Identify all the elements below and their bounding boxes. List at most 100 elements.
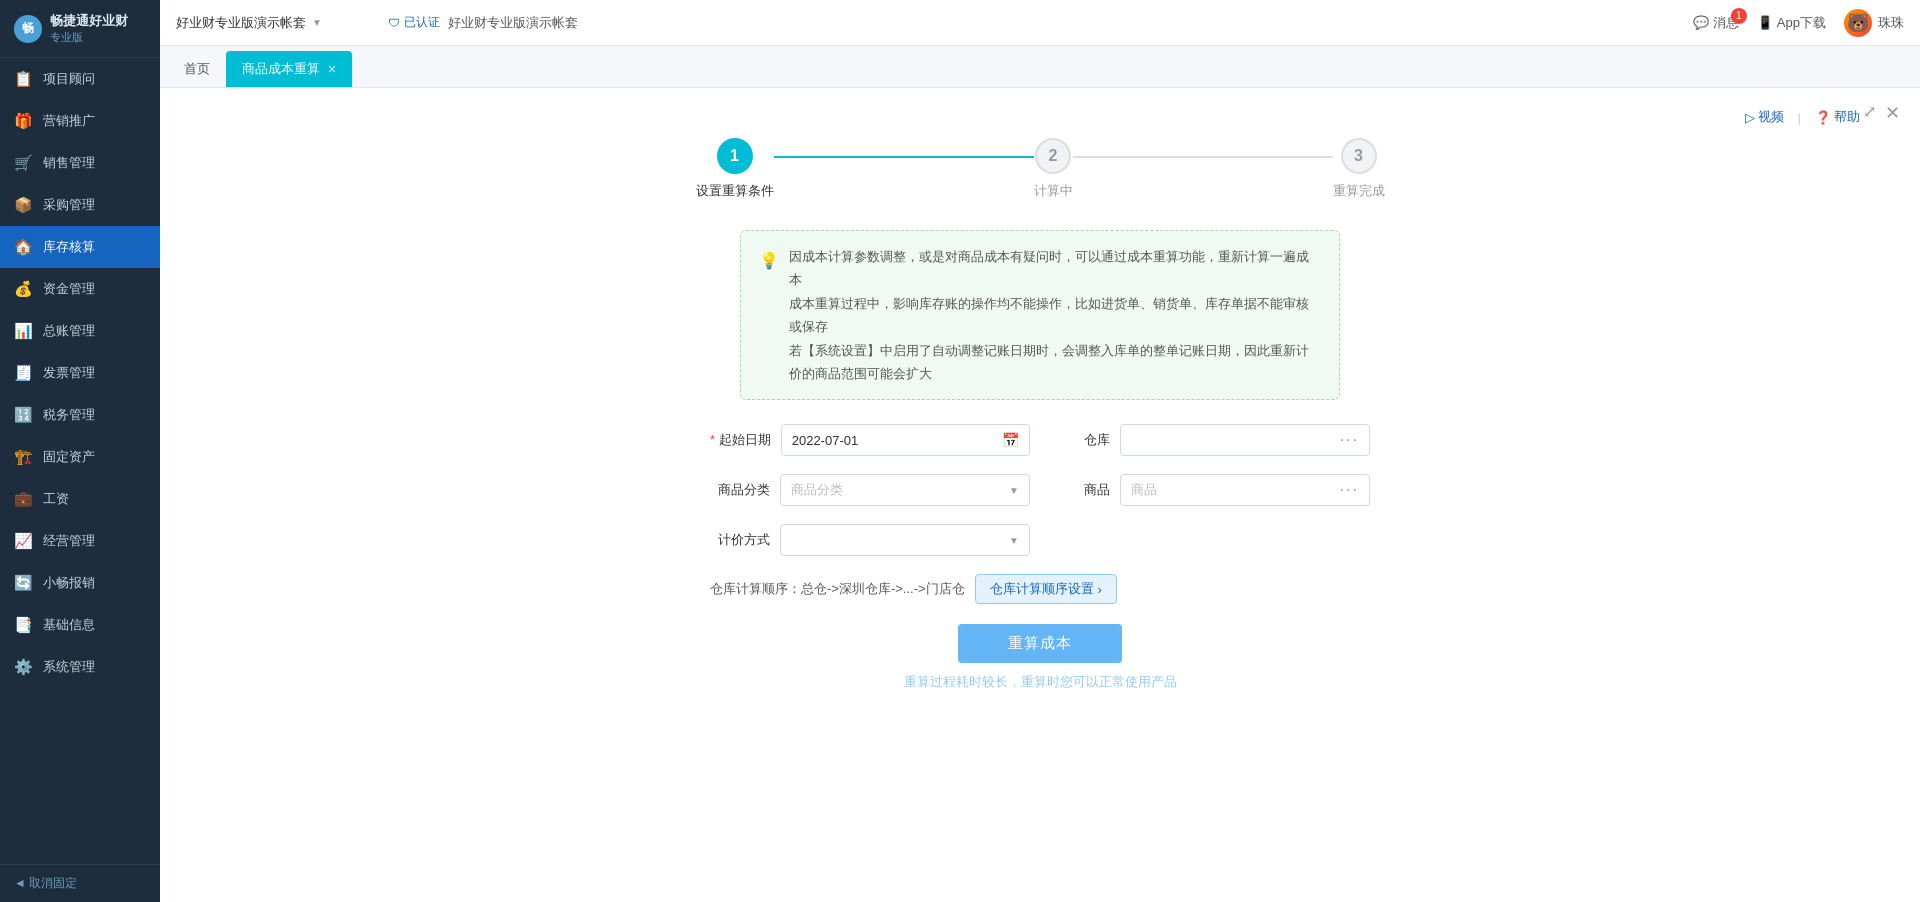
- dots-icon: ···: [1340, 431, 1359, 449]
- sidebar: 畅 畅捷通好业财 专业版 📋 项目顾问 🎁 营销推广 🛒 销售管理 📦 采购管理…: [0, 0, 160, 902]
- goods-placeholder: 商品: [1131, 481, 1340, 499]
- pricing-field: 计价方式 ▼: [710, 524, 1030, 556]
- sidebar-item-sales[interactable]: 🛒 销售管理: [0, 142, 160, 184]
- message-button[interactable]: 💬 消息 1: [1693, 14, 1739, 32]
- sidebar-nav: 📋 项目顾问 🎁 营销推广 🛒 销售管理 📦 采购管理 🏠 库存核算 💰 资金管…: [0, 58, 160, 864]
- sidebar-item-invoice[interactable]: 🧾 发票管理: [0, 352, 160, 394]
- mobile-icon: 📱: [1757, 15, 1773, 30]
- user-avatar-area[interactable]: 🐻 珠珠: [1844, 9, 1904, 37]
- info-icon: 💡: [759, 247, 779, 385]
- info-line-2: 成本重算过程中，影响库存账的操作均不能操作，比如进货单、销货单、库存单据不能审核…: [789, 292, 1321, 339]
- project-icon: 📋: [14, 70, 33, 88]
- sidebar-item-operations[interactable]: 📈 经营管理: [0, 520, 160, 562]
- sidebar-label-payroll: 工资: [43, 490, 69, 508]
- goods-dots-icon: ···: [1340, 481, 1359, 499]
- required-star: *: [710, 432, 715, 447]
- app-download-label: App下载: [1777, 14, 1826, 32]
- step-2-label: 计算中: [1034, 182, 1073, 200]
- sidebar-item-inventory[interactable]: 🏠 库存核算: [0, 226, 160, 268]
- system-icon: ⚙️: [14, 658, 33, 676]
- marketing-icon: 🎁: [14, 112, 33, 130]
- sidebar-item-expense[interactable]: 🔄 小畅报销: [0, 562, 160, 604]
- operations-icon: 📈: [14, 532, 33, 550]
- sidebar-item-assets[interactable]: 🏗️ 固定资产: [0, 436, 160, 478]
- content-card: ▷ 视频 | ❓ 帮助 ⤢ ✕ 1 设置重算条件: [160, 88, 1920, 902]
- account-selector[interactable]: 好业财专业版演示帐套 ▼: [176, 14, 376, 32]
- step-line-1: [774, 156, 1034, 158]
- warehouse-label: 仓库: [1050, 431, 1110, 449]
- sidebar-label-inventory: 库存核算: [43, 238, 95, 256]
- warehouse-order-btn[interactable]: 仓库计算顺序设置 ›: [975, 574, 1117, 604]
- goods-input[interactable]: 商品 ···: [1120, 474, 1370, 506]
- page-content: ▷ 视频 | ❓ 帮助 ⤢ ✕ 1 设置重算条件: [160, 88, 1920, 902]
- step-2-circle: 2: [1035, 138, 1071, 174]
- sidebar-item-tax[interactable]: 🔢 税务管理: [0, 394, 160, 436]
- tab-home-label: 首页: [184, 60, 210, 78]
- tab-home[interactable]: 首页: [168, 51, 226, 87]
- inventory-icon: 🏠: [14, 238, 33, 256]
- close-button[interactable]: ✕: [1885, 102, 1900, 124]
- user-name: 珠珠: [1878, 14, 1904, 32]
- sidebar-label-expense: 小畅报销: [43, 574, 95, 592]
- warehouse-order-label: 仓库计算顺序：总仓->深圳仓库->...->门店仓: [710, 580, 965, 598]
- verified-badge: 🛡 已认证: [388, 14, 440, 31]
- sidebar-logo: 畅 畅捷通好业财 专业版: [0, 0, 160, 58]
- category-label: 商品分类: [710, 481, 770, 499]
- sidebar-item-project[interactable]: 📋 项目顾问: [0, 58, 160, 100]
- warehouse-order-btn-label: 仓库计算顺序设置: [990, 580, 1094, 598]
- recalc-section: 重算成本 重算过程耗时较长，重算时您可以正常使用产品: [710, 624, 1370, 691]
- warehouse-field: 仓库 ···: [1050, 424, 1370, 456]
- calendar-icon[interactable]: 📅: [1002, 432, 1019, 448]
- sidebar-item-payroll[interactable]: 💼 工资: [0, 478, 160, 520]
- logo-icon: 畅: [14, 15, 42, 43]
- sidebar-label-sales: 销售管理: [43, 154, 95, 172]
- app-download-button[interactable]: 📱 App下载: [1757, 14, 1826, 32]
- step-2: 2 计算中: [1034, 138, 1073, 200]
- payroll-icon: 💼: [14, 490, 33, 508]
- logo-name: 畅捷通好业财: [50, 12, 128, 30]
- message-icon: 💬: [1693, 15, 1709, 30]
- sidebar-item-finance[interactable]: 💰 资金管理: [0, 268, 160, 310]
- start-date-value: 2022-07-01: [792, 433, 859, 448]
- account-full-name: 好业财专业版演示帐套: [448, 14, 578, 32]
- step-3: 3 重算完成: [1333, 138, 1385, 200]
- tab-goods-cost[interactable]: 商品成本重算 ×: [226, 51, 352, 87]
- pricing-select[interactable]: ▼: [780, 524, 1030, 556]
- account-name: 好业财专业版演示帐套: [176, 14, 306, 32]
- tax-icon: 🔢: [14, 406, 33, 424]
- pricing-label: 计价方式: [710, 531, 770, 549]
- message-badge: 1: [1731, 8, 1747, 24]
- sidebar-unpin-button[interactable]: ◄ 取消固定: [0, 864, 160, 902]
- warehouse-input[interactable]: ···: [1120, 424, 1370, 456]
- goods-field: 商品 商品 ···: [1050, 474, 1370, 506]
- sidebar-item-basic[interactable]: 📑 基础信息: [0, 604, 160, 646]
- category-arrow-icon: ▼: [1009, 485, 1019, 496]
- step-line-2: [1073, 156, 1333, 158]
- step-3-circle: 3: [1341, 138, 1377, 174]
- sidebar-label-marketing: 营销推广: [43, 112, 95, 130]
- tab-goods-cost-label: 商品成本重算: [242, 60, 320, 78]
- sidebar-item-accounting[interactable]: 📊 总账管理: [0, 310, 160, 352]
- finance-icon: 💰: [14, 280, 33, 298]
- sidebar-item-purchase[interactable]: 📦 采购管理: [0, 184, 160, 226]
- sidebar-label-tax: 税务管理: [43, 406, 95, 424]
- sidebar-label-basic: 基础信息: [43, 616, 95, 634]
- tab-bar: 首页 商品成本重算 ×: [160, 46, 1920, 88]
- warehouse-order-row: 仓库计算顺序：总仓->深圳仓库->...->门店仓 仓库计算顺序设置 ›: [710, 574, 1370, 604]
- start-date-field: * 起始日期 2022-07-01 📅: [710, 424, 1030, 456]
- dropdown-arrow-icon: ▼: [312, 17, 322, 28]
- shield-icon: 🛡: [388, 16, 400, 30]
- basic-icon: 📑: [14, 616, 33, 634]
- assets-icon: 🏗️: [14, 448, 33, 466]
- start-date-input[interactable]: 2022-07-01 📅: [781, 424, 1030, 456]
- category-select[interactable]: 商品分类 ▼: [780, 474, 1030, 506]
- sidebar-item-system[interactable]: ⚙️ 系统管理: [0, 646, 160, 688]
- tab-close-icon[interactable]: ×: [328, 62, 336, 76]
- logo-text: 畅捷通好业财 专业版: [50, 12, 128, 45]
- recalc-button[interactable]: 重算成本: [958, 624, 1122, 663]
- step-1-label: 设置重算条件: [696, 182, 774, 200]
- steps-container: 1 设置重算条件 2 计算中 3 重算完成: [200, 118, 1880, 230]
- purchase-icon: 📦: [14, 196, 33, 214]
- user-avatar: 🐻: [1844, 9, 1872, 37]
- sidebar-item-marketing[interactable]: 🎁 营销推广: [0, 100, 160, 142]
